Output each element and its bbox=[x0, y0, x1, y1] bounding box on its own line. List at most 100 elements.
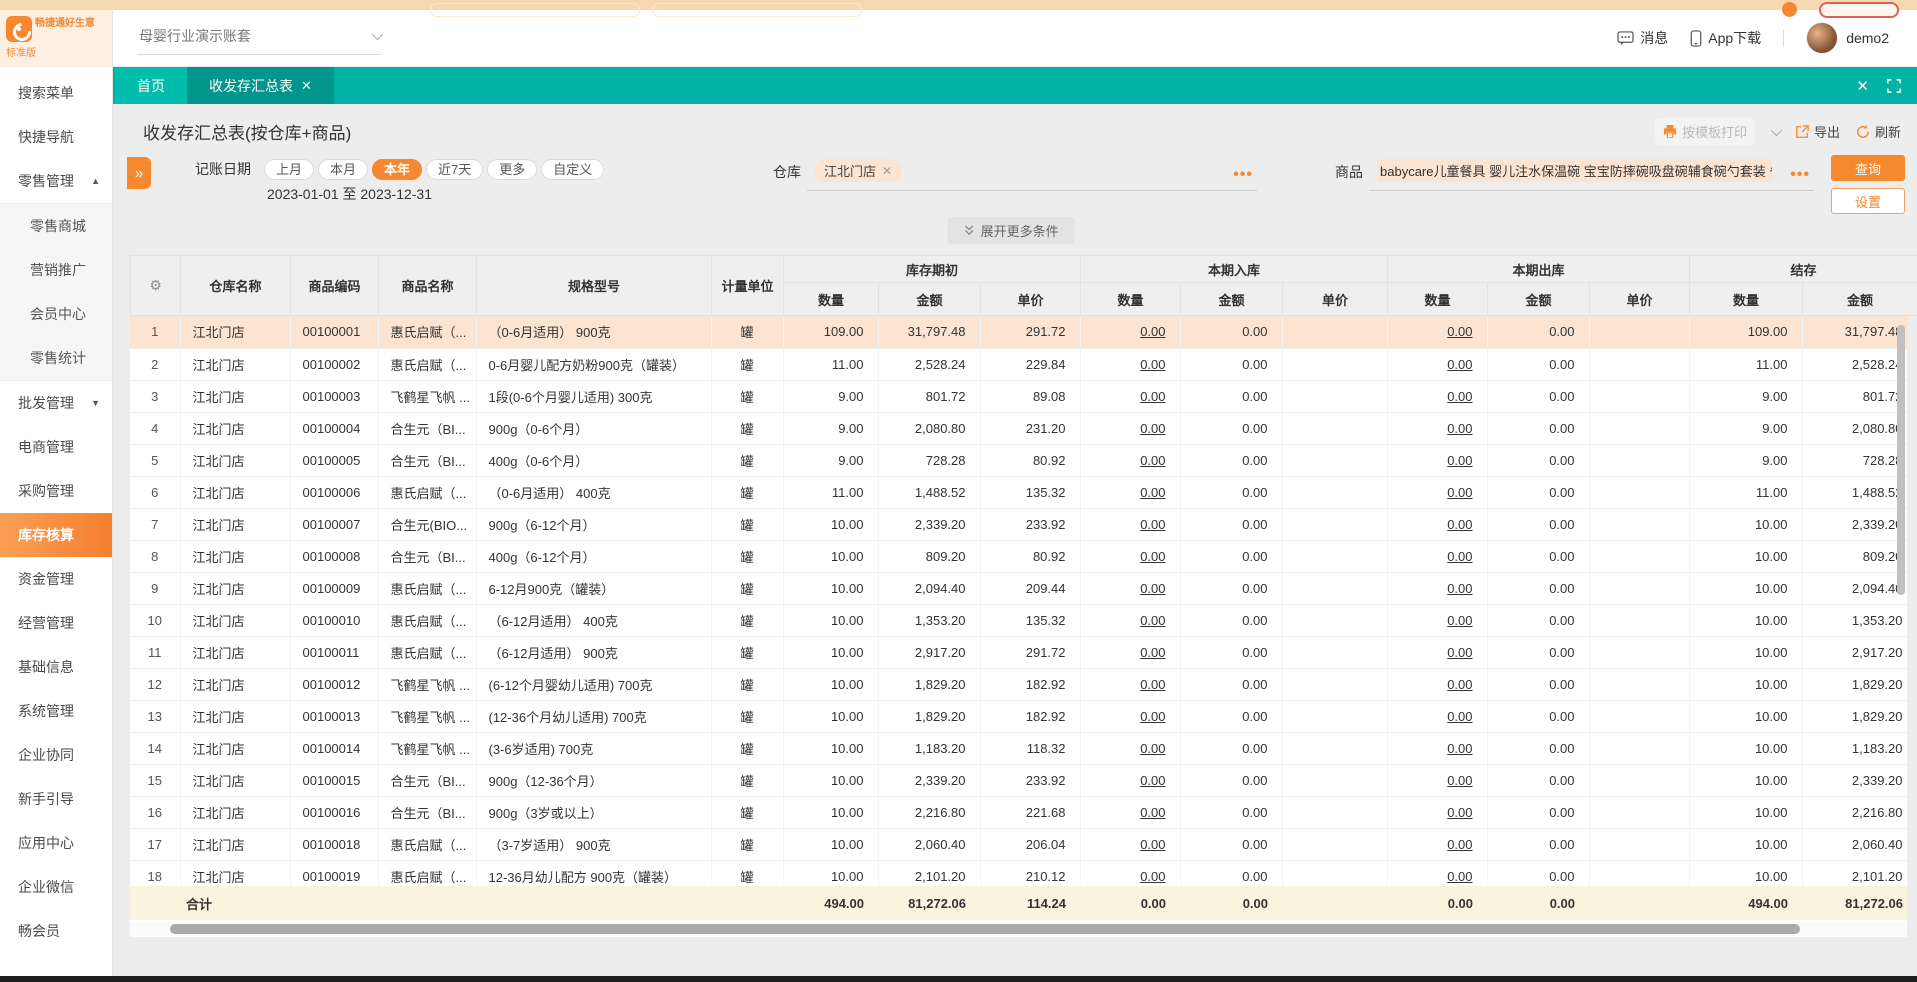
table-row[interactable]: 1 江北门店 00100001 惠氏启赋（... （0-6月适用） 900克罐 109.0… bbox=[130, 316, 1907, 349]
print-by-template-button[interactable]: 按模板打印 bbox=[1654, 118, 1755, 145]
sidebar-item-基础信息[interactable]: 基础信息 bbox=[0, 645, 112, 689]
sidebar-item-批发管理[interactable]: 批发管理 ▼ bbox=[0, 381, 112, 425]
table-row[interactable]: 7 江北门店 00100007 合生元(BIO... 900g（6-12个月）罐 10.0… bbox=[130, 508, 1907, 541]
sidebar-item-应用中心[interactable]: 应用中心 bbox=[0, 821, 112, 865]
in-qty-link[interactable]: 0.00 bbox=[1140, 453, 1165, 468]
in-qty-link[interactable]: 0.00 bbox=[1140, 677, 1165, 692]
in-qty-link[interactable]: 0.00 bbox=[1140, 645, 1165, 660]
table-row[interactable]: 12 江北门店 00100012 飞鹤星飞帆 ... (6-12个月婴幼儿适用) 700… bbox=[130, 668, 1907, 701]
expand-more-conditions-button[interactable]: 展开更多条件 bbox=[947, 217, 1075, 244]
col-header-name[interactable]: 商品名称 bbox=[378, 255, 477, 316]
in-qty-link[interactable]: 0.00 bbox=[1140, 773, 1165, 788]
sidebar-item-新手引导[interactable]: 新手引导 bbox=[0, 777, 112, 821]
col-header-out-price[interactable]: 单价 bbox=[1589, 282, 1690, 316]
sidebar-item-企业微信[interactable]: 企业微信 bbox=[0, 865, 112, 909]
out-qty-link[interactable]: 0.00 bbox=[1447, 517, 1472, 532]
sidebar-item-搜索菜单[interactable]: 搜索菜单 bbox=[0, 71, 112, 115]
table-row[interactable]: 15 江北门店 00100015 合生元（BI... 900g（12-36个月）罐 10.… bbox=[130, 764, 1907, 797]
sidebar-item-系统管理[interactable]: 系统管理 bbox=[0, 689, 112, 733]
query-button[interactable]: 查询 bbox=[1831, 155, 1905, 181]
col-header-begin-price[interactable]: 单价 bbox=[980, 282, 1081, 316]
out-qty-link[interactable]: 0.00 bbox=[1447, 869, 1472, 884]
out-qty-link[interactable]: 0.00 bbox=[1447, 549, 1472, 564]
sidebar-subitem-会员中心[interactable]: 会员中心 bbox=[0, 292, 112, 336]
sidebar-item-畅会员[interactable]: 畅会员 bbox=[0, 909, 112, 953]
out-qty-link[interactable]: 0.00 bbox=[1447, 453, 1472, 468]
in-qty-link[interactable]: 0.00 bbox=[1140, 517, 1165, 532]
col-header-spec[interactable]: 规格型号 bbox=[476, 255, 712, 316]
out-qty-link[interactable]: 0.00 bbox=[1447, 837, 1472, 852]
out-qty-link[interactable]: 0.00 bbox=[1447, 581, 1472, 596]
sidebar-subitem-营销推广[interactable]: 营销推广 bbox=[0, 248, 112, 292]
horizontal-scrollbar-thumb[interactable] bbox=[170, 924, 1800, 934]
in-qty-link[interactable]: 0.00 bbox=[1140, 613, 1165, 628]
table-row[interactable]: 2 江北门店 00100002 惠氏启赋（... 0-6月婴儿配方奶粉900克（罐装）罐… bbox=[130, 348, 1907, 381]
tab-close-icon[interactable]: ✕ bbox=[301, 78, 312, 94]
table-row[interactable]: 14 江北门店 00100014 飞鹤星飞帆 ... (3-6岁适用) 700克罐 10.… bbox=[130, 732, 1907, 765]
in-qty-link[interactable]: 0.00 bbox=[1140, 324, 1165, 339]
in-qty-link[interactable]: 0.00 bbox=[1140, 709, 1165, 724]
col-header-begin-amount[interactable]: 金额 bbox=[878, 282, 981, 316]
table-row[interactable]: 17 江北门店 00100018 惠氏启赋（... （3-7岁适用） 900克罐 10.0… bbox=[130, 828, 1907, 861]
out-qty-link[interactable]: 0.00 bbox=[1447, 645, 1472, 660]
sidebar-item-经营管理[interactable]: 经营管理 bbox=[0, 601, 112, 645]
in-qty-link[interactable]: 0.00 bbox=[1140, 421, 1165, 436]
table-row[interactable]: 13 江北门店 00100013 飞鹤星飞帆 ... (12-36个月幼儿适用) 700… bbox=[130, 700, 1907, 733]
in-qty-link[interactable]: 0.00 bbox=[1140, 389, 1165, 404]
sidebar-subitem-零售商城[interactable]: 零售商城 bbox=[0, 204, 112, 248]
col-header-in-qty[interactable]: 数量 bbox=[1080, 282, 1181, 316]
col-header-in-amount[interactable]: 金额 bbox=[1180, 282, 1283, 316]
in-qty-link[interactable]: 0.00 bbox=[1140, 837, 1165, 852]
sidebar-item-库存核算[interactable]: 库存核算 bbox=[0, 513, 112, 557]
print-chevron-down-icon[interactable] bbox=[1770, 124, 1783, 136]
app-download-button[interactable]: App下载 bbox=[1690, 28, 1761, 48]
messages-button[interactable]: 消息 bbox=[1617, 28, 1668, 48]
in-qty-link[interactable]: 0.00 bbox=[1140, 485, 1165, 500]
refresh-button[interactable]: 刷新 bbox=[1856, 122, 1901, 141]
warehouse-more-icon[interactable]: ••• bbox=[1233, 166, 1253, 184]
out-qty-link[interactable]: 0.00 bbox=[1447, 357, 1472, 372]
col-header-out-qty[interactable]: 数量 bbox=[1387, 282, 1488, 316]
sidebar-item-快捷导航[interactable]: 快捷导航 bbox=[0, 115, 112, 159]
out-qty-link[interactable]: 0.00 bbox=[1447, 324, 1472, 339]
expand-panel-button[interactable]: » bbox=[127, 157, 151, 189]
table-row[interactable]: 18 江北门店 00100019 惠氏启赋（... 12-36月幼儿配方 900克（罐装… bbox=[130, 860, 1907, 886]
close-all-tabs-icon[interactable]: ✕ bbox=[1856, 77, 1869, 95]
table-row[interactable]: 9 江北门店 00100009 惠氏启赋（... 6-12月900克（罐装）罐 10.00… bbox=[130, 572, 1907, 605]
date-pill-本年[interactable]: 本年 bbox=[372, 159, 423, 180]
warehouse-field[interactable]: 江北门店 ✕ ••• bbox=[807, 159, 1257, 191]
out-qty-link[interactable]: 0.00 bbox=[1447, 773, 1472, 788]
date-pill-近7天[interactable]: 近7天 bbox=[426, 159, 484, 180]
sidebar-item-电商管理[interactable]: 电商管理 bbox=[0, 425, 112, 469]
account-set-select[interactable]: 母婴行业演示账套 bbox=[137, 22, 384, 55]
date-pill-本月[interactable]: 本月 bbox=[318, 159, 369, 180]
out-qty-link[interactable]: 0.00 bbox=[1447, 677, 1472, 692]
col-header-unit[interactable]: 计量单位 bbox=[711, 255, 784, 316]
in-qty-link[interactable]: 0.00 bbox=[1140, 357, 1165, 372]
date-pill-自定义[interactable]: 自定义 bbox=[541, 159, 605, 180]
out-qty-link[interactable]: 0.00 bbox=[1447, 389, 1472, 404]
sidebar-item-采购管理[interactable]: 采购管理 bbox=[0, 469, 112, 513]
in-qty-link[interactable]: 0.00 bbox=[1140, 549, 1165, 564]
table-row[interactable]: 11 江北门店 00100011 惠氏启赋（... （6-12月适用） 900克罐 10.… bbox=[130, 636, 1907, 669]
col-header-out-amount[interactable]: 金额 bbox=[1487, 282, 1590, 316]
table-row[interactable]: 8 江北门店 00100008 合生元（BI... 400g（6-12个月）罐 10.00… bbox=[130, 540, 1907, 573]
in-qty-link[interactable]: 0.00 bbox=[1140, 805, 1165, 820]
table-row[interactable]: 10 江北门店 00100010 惠氏启赋（... （6-12月适用） 400克罐 10.… bbox=[130, 604, 1907, 637]
date-pill-更多[interactable]: 更多 bbox=[487, 159, 538, 180]
col-header-bal-qty[interactable]: 数量 bbox=[1689, 282, 1803, 316]
out-qty-link[interactable]: 0.00 bbox=[1447, 613, 1472, 628]
col-header-warehouse[interactable]: 仓库名称 bbox=[180, 255, 291, 316]
table-row[interactable]: 4 江北门店 00100004 合生元（BI... 900g（0-6个月）罐 9.00 2,… bbox=[130, 412, 1907, 445]
user-menu[interactable]: demo2 bbox=[1806, 22, 1889, 54]
out-qty-link[interactable]: 0.00 bbox=[1447, 805, 1472, 820]
product-field[interactable]: babycare儿童餐具 婴儿注水保温碗 宝宝防摔碗吸盘碗辅食碗勺套装 雀湖绿 … bbox=[1369, 159, 1814, 191]
col-header-bal-amount[interactable]: 金额 bbox=[1801, 282, 1917, 316]
warehouse-tag-remove-icon[interactable]: ✕ bbox=[882, 164, 892, 178]
table-body-viewport[interactable]: 1 江北门店 00100001 惠氏启赋（... （0-6月适用） 900克罐 109.0… bbox=[130, 316, 1907, 886]
product-more-icon[interactable]: ••• bbox=[1790, 166, 1810, 184]
date-range-value[interactable]: 2023-01-01 至 2023-12-31 bbox=[267, 184, 608, 204]
in-qty-link[interactable]: 0.00 bbox=[1140, 741, 1165, 756]
sidebar-item-企业协同[interactable]: 企业协同 bbox=[0, 733, 112, 777]
table-row[interactable]: 5 江北门店 00100005 合生元（BI... 400g（0-6个月）罐 9.00 72… bbox=[130, 444, 1907, 477]
